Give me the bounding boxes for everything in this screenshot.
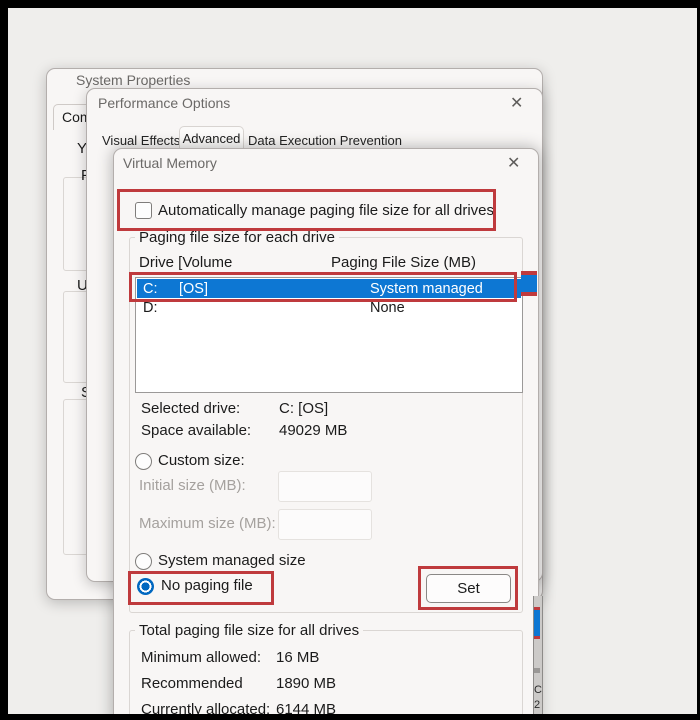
- sliver-char: C: [534, 684, 542, 696]
- column-header-size: Paging File Size (MB): [331, 254, 476, 271]
- annotation-box-auto-manage: [117, 189, 496, 231]
- selected-drive-value: C: [OS]: [279, 400, 328, 417]
- drive-cell: D:: [143, 300, 158, 316]
- selection-edge-fragment: [521, 271, 537, 296]
- annotation-box-selected-row: [129, 272, 517, 302]
- sliver-selection-fragment: [534, 607, 540, 639]
- system-managed-radio[interactable]: [135, 553, 152, 570]
- total-row-value: 16 MB: [276, 649, 319, 666]
- close-icon[interactable]: ✕: [507, 156, 520, 172]
- sliver-tick: [534, 668, 540, 673]
- custom-size-label: Custom size:: [158, 452, 245, 469]
- virtual-memory-title: Virtual Memory: [123, 155, 217, 171]
- close-icon[interactable]: ✕: [510, 96, 523, 112]
- space-available-value: 49029 MB: [279, 422, 347, 439]
- paging-groupbox-title: Paging file size for each drive: [135, 229, 339, 246]
- selection-edge-fragment-blue: [521, 275, 537, 292]
- total-row-value: 1890 MB: [276, 675, 336, 692]
- space-available-label: Space available:: [141, 422, 251, 439]
- tab-visual-effects[interactable]: Visual Effects: [102, 133, 180, 148]
- frame-bottom: [0, 714, 700, 720]
- total-row-label: Recommended: [141, 675, 243, 692]
- maximum-size-input[interactable]: [278, 509, 372, 540]
- tab-data-execution-prevention[interactable]: Data Execution Prevention: [248, 133, 402, 148]
- column-header-drive: Drive [Volume: [139, 254, 232, 271]
- tab-advanced[interactable]: Advanced: [179, 126, 244, 150]
- annotation-box-set-button: [418, 566, 518, 610]
- total-groupbox-title: Total paging file size for all drives: [135, 622, 363, 639]
- performance-options-title: Performance Options: [98, 95, 230, 111]
- screenshot-stage: System Properties Com Y F U S Performanc…: [0, 0, 700, 720]
- frame-top: [0, 0, 700, 8]
- annotation-box-no-paging: [128, 571, 274, 605]
- total-row-label: Minimum allowed:: [141, 649, 261, 666]
- size-cell: None: [370, 300, 405, 316]
- sliver-char: 2: [534, 699, 540, 711]
- system-managed-label: System managed size: [158, 552, 306, 569]
- frame-left: [0, 0, 8, 720]
- maximum-size-label: Maximum size (MB):: [139, 515, 276, 532]
- background-sliver: C 2: [533, 596, 543, 714]
- custom-size-radio[interactable]: [135, 453, 152, 470]
- initial-size-label: Initial size (MB):: [139, 477, 246, 494]
- initial-size-input[interactable]: [278, 471, 372, 502]
- system-properties-title: System Properties: [76, 72, 190, 88]
- virtual-memory-dialog: Virtual Memory ✕ Automatically manage pa…: [113, 148, 539, 720]
- selected-drive-label: Selected drive:: [141, 400, 240, 417]
